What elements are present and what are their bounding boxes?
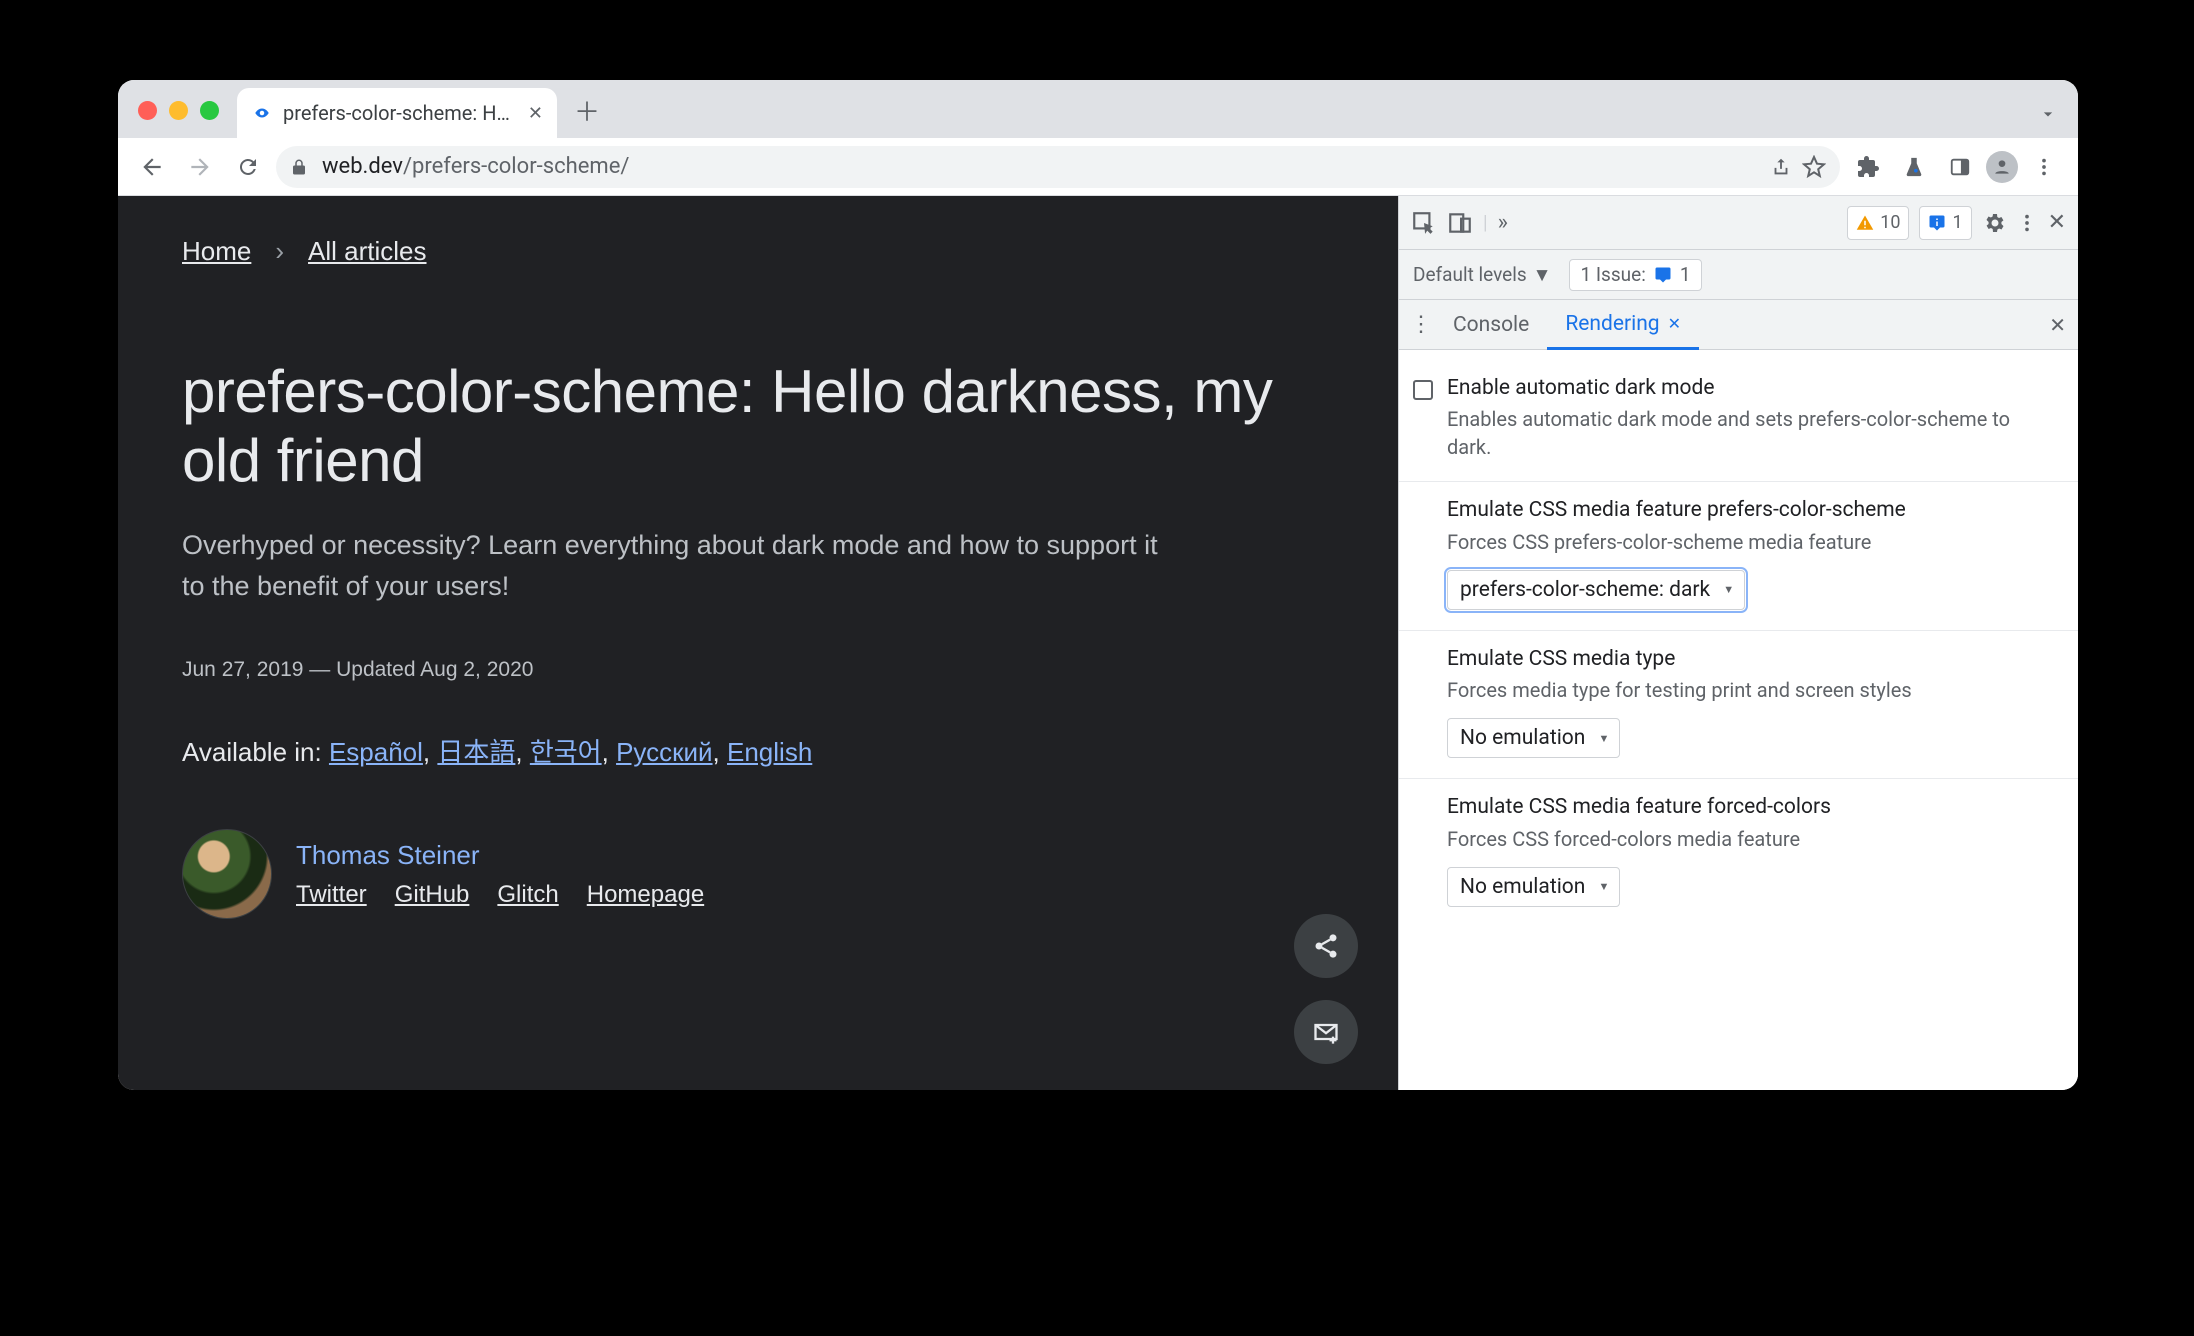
maximize-window-button[interactable] bbox=[200, 101, 219, 120]
auto-dark-mode-checkbox[interactable] bbox=[1413, 380, 1433, 400]
info-count: 1 bbox=[1952, 212, 1962, 233]
devtools-toolbar: | » 10 1 ✕ bbox=[1399, 196, 2078, 250]
devtools-panel: | » 10 1 ✕ bbox=[1398, 196, 2078, 1090]
breadcrumb-home[interactable]: Home bbox=[182, 236, 251, 267]
issues-count: 1 bbox=[1680, 263, 1691, 286]
author-avatar[interactable] bbox=[182, 829, 272, 919]
lang-link[interactable]: 日本語 bbox=[437, 737, 515, 767]
setting-title: Emulate CSS media feature prefers-color-… bbox=[1447, 496, 2044, 525]
section-media-type: Emulate CSS media type Forces media type… bbox=[1399, 631, 2078, 779]
tab-title: prefers-color-scheme: Hello da bbox=[283, 101, 518, 125]
content-area: Home › All articles prefers-color-scheme… bbox=[118, 196, 2078, 1090]
inspect-element-icon[interactable] bbox=[1411, 210, 1437, 236]
setting-description: Forces CSS forced-colors media feature bbox=[1447, 825, 2044, 853]
drawer-close-icon[interactable]: ✕ bbox=[2049, 313, 2066, 337]
side-panel-icon[interactable] bbox=[1940, 147, 1980, 187]
address-bar[interactable]: web.dev/prefers-color-scheme/ bbox=[276, 146, 1840, 188]
drawer-menu-icon[interactable]: ⋮ bbox=[1407, 312, 1435, 337]
devtools-settings-icon[interactable] bbox=[1982, 211, 2006, 235]
window-controls bbox=[138, 101, 219, 120]
author-name[interactable]: Thomas Steiner bbox=[296, 840, 704, 871]
browser-tab[interactable]: prefers-color-scheme: Hello da ✕ bbox=[237, 88, 557, 138]
lang-link[interactable]: English bbox=[727, 737, 812, 767]
info-chip[interactable]: 1 bbox=[1919, 206, 1971, 240]
article-subtitle: Overhyped or necessity? Learn everything… bbox=[182, 525, 1182, 606]
setting-description: Enables automatic dark mode and sets pre… bbox=[1447, 405, 2044, 461]
more-tabs-icon[interactable]: » bbox=[1498, 210, 1508, 235]
issues-chip[interactable]: 1 Issue: 1 bbox=[1569, 259, 1701, 291]
setting-title: Emulate CSS media feature forced-colors bbox=[1447, 793, 2044, 822]
setting-title: Enable automatic dark mode bbox=[1447, 374, 2044, 403]
share-fab[interactable] bbox=[1294, 914, 1358, 978]
article-dates: Jun 27, 2019 — Updated Aug 2, 2020 bbox=[182, 658, 1334, 682]
profile-avatar[interactable] bbox=[1986, 151, 2018, 183]
new-tab-button[interactable]: ＋ bbox=[567, 90, 607, 130]
lang-link[interactable]: Español bbox=[329, 737, 423, 767]
minimize-window-button[interactable] bbox=[169, 101, 188, 120]
chevron-right-icon: › bbox=[275, 236, 284, 267]
labs-icon[interactable] bbox=[1894, 147, 1934, 187]
page-viewport[interactable]: Home › All articles prefers-color-scheme… bbox=[118, 196, 1398, 1090]
devtools-drawer-tabs: ⋮ Console Rendering ✕ ✕ bbox=[1399, 300, 2078, 350]
section-forced-colors: Emulate CSS media feature forced-colors … bbox=[1399, 779, 2078, 926]
devtools-close-icon[interactable]: ✕ bbox=[2048, 210, 2066, 235]
chevron-down-icon: ▼ bbox=[1533, 263, 1552, 287]
devtools-filter-bar: Default levels ▼ 1 Issue: 1 bbox=[1399, 250, 2078, 300]
reload-button[interactable] bbox=[228, 147, 268, 187]
author-block: Thomas Steiner Twitter GitHub Glitch Hom… bbox=[182, 829, 1334, 919]
author-link-homepage[interactable]: Homepage bbox=[587, 881, 704, 909]
author-link-github[interactable]: GitHub bbox=[395, 881, 470, 909]
section-prefers-color-scheme: Emulate CSS media feature prefers-color-… bbox=[1399, 482, 2078, 630]
lock-icon bbox=[290, 158, 308, 176]
rendering-panel[interactable]: Enable automatic dark mode Enables autom… bbox=[1399, 350, 2078, 1090]
close-tab-icon[interactable]: ✕ bbox=[528, 103, 543, 124]
forward-button[interactable] bbox=[180, 147, 220, 187]
tab-strip: prefers-color-scheme: Hello da ✕ ＋ bbox=[118, 80, 2078, 138]
tab-favicon bbox=[251, 102, 273, 124]
section-auto-dark-mode: Enable automatic dark mode Enables autom… bbox=[1399, 360, 2078, 482]
setting-description: Forces media type for testing print and … bbox=[1447, 676, 2044, 704]
devtools-menu-icon[interactable] bbox=[2016, 212, 2038, 234]
breadcrumb-all-articles[interactable]: All articles bbox=[308, 236, 426, 267]
lang-link[interactable]: 한국어 bbox=[530, 737, 602, 767]
breadcrumb: Home › All articles bbox=[182, 236, 1334, 267]
log-level-selector[interactable]: Default levels ▼ bbox=[1413, 263, 1551, 287]
author-link-twitter[interactable]: Twitter bbox=[296, 881, 367, 909]
author-link-glitch[interactable]: Glitch bbox=[497, 881, 558, 909]
article-languages: Available in: Español, 日本語, 한국어, Русский… bbox=[182, 732, 1334, 769]
extensions-icon[interactable] bbox=[1848, 147, 1888, 187]
bookmark-icon[interactable] bbox=[1802, 155, 1826, 179]
url-path: /prefers-color-scheme/ bbox=[403, 154, 629, 179]
article-title: prefers-color-scheme: Hello darkness, my… bbox=[182, 357, 1334, 495]
forced-colors-select[interactable]: No emulation bbox=[1447, 867, 1620, 907]
share-icon[interactable] bbox=[1770, 156, 1792, 178]
tab-search-button[interactable] bbox=[2038, 104, 2058, 124]
issues-label: 1 Issue: bbox=[1580, 263, 1645, 286]
browser-toolbar: web.dev/prefers-color-scheme/ bbox=[118, 138, 2078, 196]
author-links: Twitter GitHub Glitch Homepage bbox=[296, 881, 704, 909]
browser-menu-icon[interactable] bbox=[2024, 147, 2064, 187]
device-toolbar-icon[interactable] bbox=[1447, 210, 1473, 236]
warnings-count: 10 bbox=[1880, 212, 1900, 233]
browser-window: prefers-color-scheme: Hello da ✕ ＋ web.d… bbox=[118, 80, 2078, 1090]
subscribe-fab[interactable] bbox=[1294, 1000, 1358, 1064]
setting-description: Forces CSS prefers-color-scheme media fe… bbox=[1447, 528, 2044, 556]
back-button[interactable] bbox=[132, 147, 172, 187]
url-host: web.dev bbox=[322, 154, 403, 179]
log-level-label: Default levels bbox=[1413, 263, 1527, 286]
console-tab[interactable]: Console bbox=[1435, 300, 1547, 349]
url-text: web.dev/prefers-color-scheme/ bbox=[322, 154, 629, 179]
toolbar-actions bbox=[1848, 147, 2064, 187]
prefers-color-scheme-select[interactable]: prefers-color-scheme: dark bbox=[1447, 570, 1745, 610]
rendering-tab[interactable]: Rendering ✕ bbox=[1547, 301, 1699, 350]
fab-column bbox=[1294, 914, 1358, 1064]
setting-title: Emulate CSS media type bbox=[1447, 645, 2044, 674]
lang-link[interactable]: Русский bbox=[616, 737, 712, 767]
media-type-select[interactable]: No emulation bbox=[1447, 718, 1620, 758]
warnings-chip[interactable]: 10 bbox=[1847, 206, 1909, 240]
close-window-button[interactable] bbox=[138, 101, 157, 120]
langs-prefix: Available in: bbox=[182, 737, 329, 767]
close-tab-icon[interactable]: ✕ bbox=[1668, 314, 1681, 333]
